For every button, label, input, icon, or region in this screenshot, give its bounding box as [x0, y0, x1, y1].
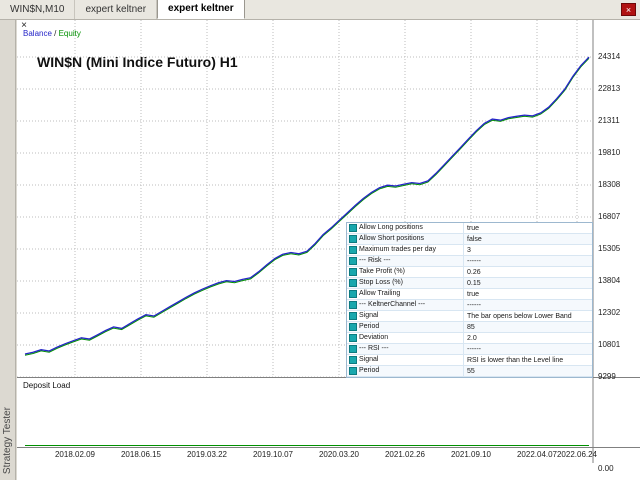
x-tick-label: 2018.02.09	[54, 450, 96, 459]
tab-label: WIN$N,M10	[10, 4, 65, 15]
input-param-icon	[349, 367, 357, 375]
input-value: 3	[467, 246, 471, 254]
y-tick-label: 16807	[598, 212, 621, 221]
input-name: Deviation	[359, 333, 464, 343]
strategy-tester-side-strip: Strategy Tester	[0, 20, 16, 480]
input-param-icon	[349, 246, 357, 254]
tab-chart-winsn-m10[interactable]: WIN$N,M10	[0, 0, 76, 19]
x-tick-label: 2022.06.24	[556, 450, 598, 459]
input-name: Allow Trailing	[359, 289, 464, 299]
y-tick-label: 24314	[598, 52, 621, 61]
input-param-icon	[349, 224, 357, 232]
input-param-icon	[349, 301, 357, 309]
input-row: Maximum trades per day 3	[347, 245, 592, 256]
input-param-icon	[349, 312, 357, 320]
input-row: Signal RSI is lower than the Level line	[347, 355, 592, 366]
input-param-icon	[349, 323, 357, 331]
input-row: --- KeltnerChannel --- ------	[347, 300, 592, 311]
y-tick-label: 18308	[598, 180, 621, 189]
y-tick-label: 13804	[598, 276, 621, 285]
input-name: Stop Loss (%)	[359, 278, 464, 288]
chart-legend: Balance / Equity	[23, 29, 81, 38]
x-tick-label: 2021.02.26	[384, 450, 426, 459]
y-tick-label: 19810	[598, 148, 621, 157]
input-value: 85	[467, 323, 475, 331]
x-tick-label: 2019.03.22	[186, 450, 228, 459]
deposit-load-label: Deposit Load	[23, 381, 71, 390]
input-name: Period	[359, 322, 464, 332]
y-tick-label: 15305	[598, 244, 621, 253]
input-name: Allow Short positions	[359, 234, 464, 244]
inputs-overlay: Allow Long positions true Allow Short posi…	[346, 222, 593, 378]
input-name: --- Risk ---	[359, 256, 464, 266]
y-tick-label: 12302	[598, 308, 621, 317]
tab-expert-keltner-1[interactable]: expert keltner	[75, 0, 158, 19]
input-name: Signal	[359, 311, 464, 321]
input-row: --- RSI --- ------	[347, 344, 592, 355]
close-button[interactable]: ×	[621, 3, 636, 16]
y-tick-label: 21311	[598, 116, 620, 125]
input-value: ------	[467, 345, 481, 353]
input-name: Signal	[359, 355, 464, 365]
input-value: false	[467, 235, 482, 243]
x-tick-label: 2018.06.15	[120, 450, 162, 459]
input-param-icon	[349, 257, 357, 265]
input-value: ------	[467, 257, 481, 265]
x-tick-label: 2021.09.10	[450, 450, 492, 459]
input-name: --- RSI ---	[359, 344, 464, 354]
input-name: Take Profit (%)	[359, 267, 464, 277]
input-param-icon	[349, 290, 357, 298]
input-row: Period 55	[347, 366, 592, 377]
legend-balance: Balance	[23, 29, 52, 38]
chart-title: WIN$N (Mini Indice Futuro) H1	[37, 54, 238, 70]
x-tick-label: 2020.03.20	[318, 450, 360, 459]
input-row: Stop Loss (%) 0.15	[347, 278, 592, 289]
input-value: true	[467, 224, 480, 232]
tab-expert-keltner-2-active[interactable]: expert keltner	[157, 0, 245, 19]
backtest-chart-panel[interactable]: × Balance / Equity WIN$N (Mini Indice Fu…	[17, 20, 640, 480]
x-tick-label: 2019.10.07	[252, 450, 294, 459]
input-value: true	[467, 290, 480, 298]
strategy-tester-vertical-label: Strategy Tester	[2, 406, 13, 474]
input-value: The bar opens below Lower Band	[467, 312, 572, 320]
y-tick-label: 22813	[598, 84, 621, 93]
y-tick-label: 10801	[598, 340, 621, 349]
input-value: RSI is lower than the Level line	[467, 356, 564, 364]
input-value: 0.26	[467, 268, 481, 276]
input-param-icon	[349, 268, 357, 276]
tab-label: expert keltner	[85, 4, 147, 15]
input-name: Level	[359, 377, 464, 378]
input-row: Deviation 2.0	[347, 333, 592, 344]
input-value: 49	[464, 378, 592, 379]
input-value: 0.15	[467, 279, 481, 287]
y-tick-label: 9299	[598, 372, 616, 381]
tab-bar: WIN$N,M10 expert keltner expert keltner …	[0, 0, 640, 20]
input-row: Signal The bar opens below Lower Band	[347, 311, 592, 322]
input-row: Allow Trailing true	[347, 289, 592, 300]
input-row: Take Profit (%) 0.26	[347, 267, 592, 278]
legend-separator: /	[51, 29, 59, 38]
input-name: Period	[359, 366, 464, 376]
input-row: Allow Long positions true	[347, 223, 592, 234]
input-param-icon	[349, 345, 357, 353]
input-name: Maximum trades per day	[359, 245, 464, 255]
input-row: --- Risk --- ------	[347, 256, 592, 267]
input-param-icon	[349, 235, 357, 243]
input-name: --- KeltnerChannel ---	[359, 300, 464, 310]
input-row: Level49	[347, 377, 592, 378]
input-row: Period 85	[347, 322, 592, 333]
input-value: ------	[467, 301, 481, 309]
tab-label: expert keltner	[168, 3, 234, 14]
input-param-icon	[349, 279, 357, 287]
input-param-icon	[349, 356, 357, 364]
input-name: Allow Long positions	[359, 223, 464, 233]
input-value: 2.0	[467, 334, 477, 342]
input-param-icon	[349, 334, 357, 342]
input-row: Allow Short positions false	[347, 234, 592, 245]
deposit-axis-zero-label: 0.00	[598, 464, 614, 473]
legend-equity: Equity	[58, 29, 81, 38]
input-value: 55	[467, 367, 475, 375]
